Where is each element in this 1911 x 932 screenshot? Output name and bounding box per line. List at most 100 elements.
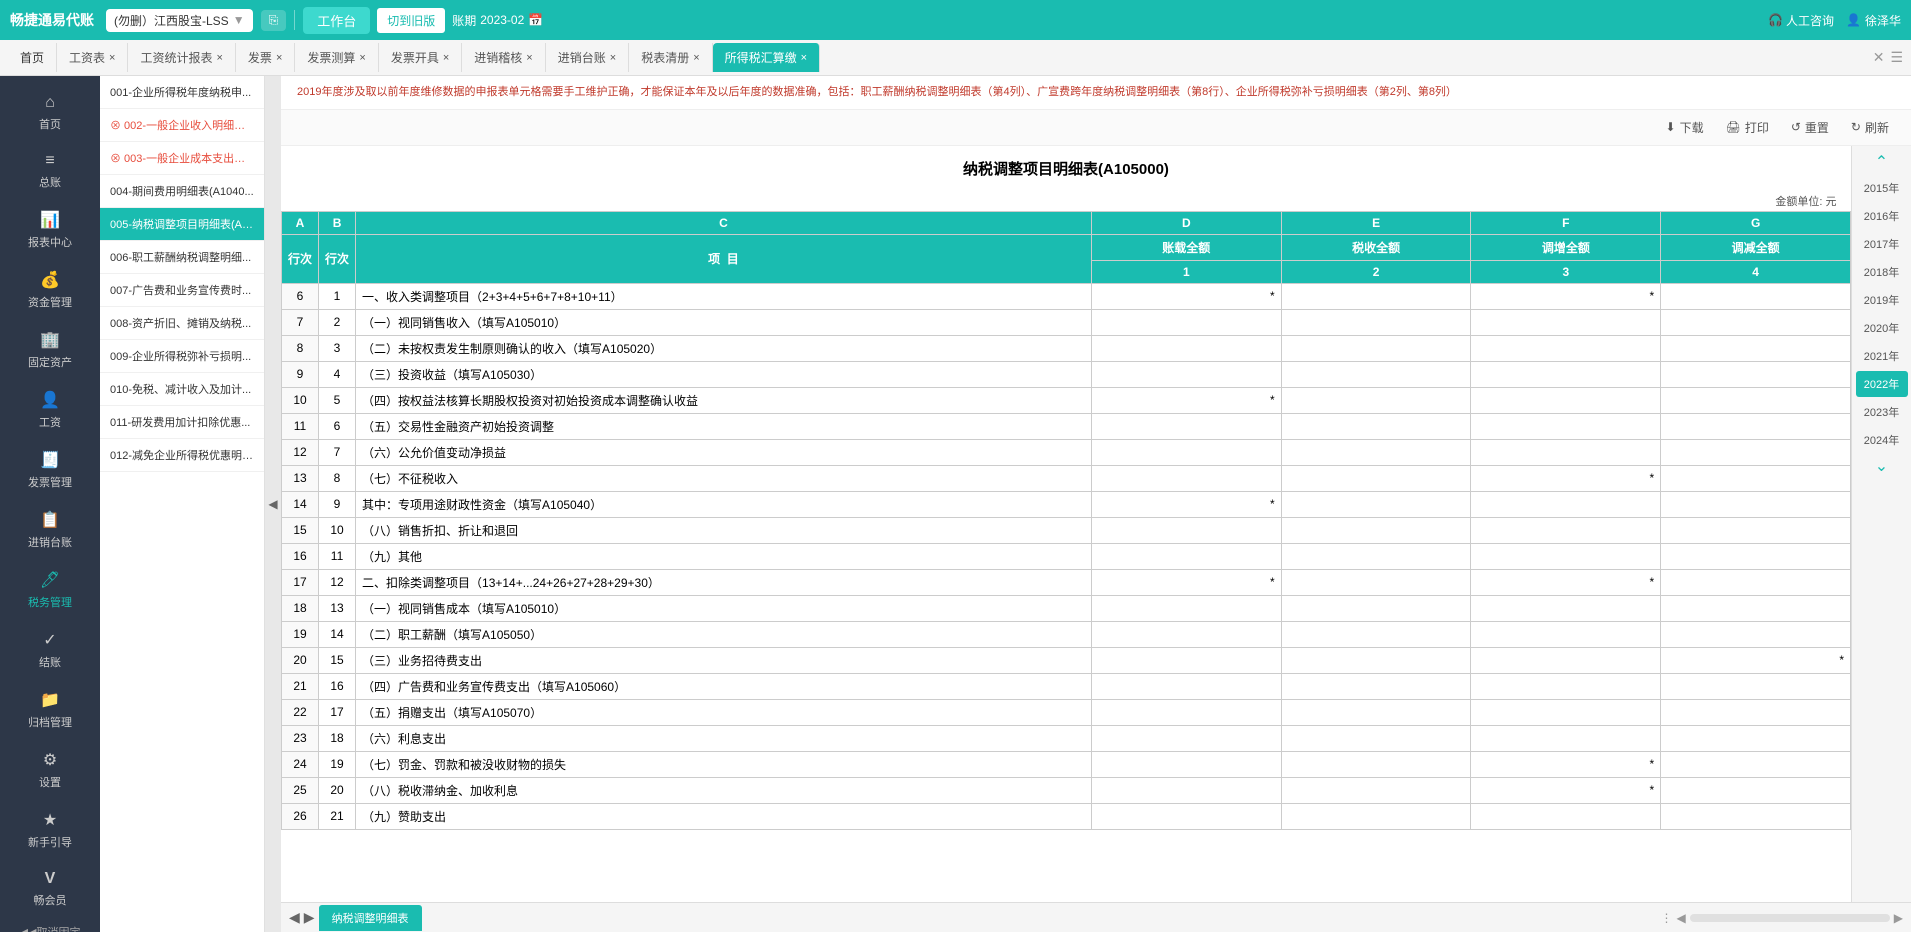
col2-cell[interactable] (1281, 335, 1471, 361)
col1-cell[interactable]: * (1091, 283, 1281, 309)
col3-cell[interactable] (1471, 543, 1661, 569)
sidebar-item-ledger[interactable]: ≡ 总账 (0, 142, 100, 200)
refresh-button[interactable]: ↻ 刷新 (1845, 116, 1895, 139)
close-all-icon[interactable]: ✕ (1873, 49, 1885, 66)
sidebar-item-salary[interactable]: 👤 工资 (0, 380, 100, 440)
item-text-cell[interactable]: （五）捐赠支出（填写A105070） (356, 699, 1092, 725)
col1-cell[interactable] (1091, 439, 1281, 465)
col2-cell[interactable] (1281, 647, 1471, 673)
col4-cell[interactable] (1661, 309, 1851, 335)
col1-cell[interactable] (1091, 465, 1281, 491)
col2-cell[interactable] (1281, 595, 1471, 621)
sidebar-item-vip[interactable]: V 畅会员 (0, 860, 100, 918)
col2-cell[interactable] (1281, 387, 1471, 413)
tab-invoice-calc[interactable]: 发票测算× (295, 43, 378, 72)
col1-cell[interactable] (1091, 595, 1281, 621)
collapse-panel-button[interactable]: ◀ (265, 76, 281, 932)
col1-cell[interactable] (1091, 543, 1281, 569)
sidebar-item-settings[interactable]: ⚙ 设置 (0, 740, 100, 800)
year-2015[interactable]: 2015年 (1856, 175, 1908, 201)
year-down-button[interactable]: ⌄ (1873, 454, 1890, 478)
col2-cell[interactable] (1281, 569, 1471, 595)
col4-cell[interactable] (1661, 335, 1851, 361)
tab-salary-report[interactable]: 工资统计报表× (128, 43, 235, 72)
col4-cell[interactable] (1661, 751, 1851, 777)
col3-cell[interactable] (1471, 725, 1661, 751)
col4-cell[interactable]: * (1661, 647, 1851, 673)
col4-cell[interactable] (1661, 569, 1851, 595)
table-wrapper[interactable]: 纳税调整项目明细表(A105000) 金额单位: 元 A B C D E F G… (281, 146, 1851, 903)
file-item-009[interactable]: 009-企业所得税弥补亏损明... (100, 340, 264, 373)
file-item-011[interactable]: 011-研发费用加计扣除优惠... (100, 406, 264, 439)
col3-cell[interactable] (1471, 361, 1661, 387)
col2-cell[interactable] (1281, 491, 1471, 517)
tab-close-invoice-calc[interactable]: × (359, 52, 365, 64)
sidebar-item-guide[interactable]: ★ 新手引导 (0, 800, 100, 860)
sidebar-item-asset-mgmt[interactable]: 💰 资金管理 (0, 260, 100, 320)
col2-cell[interactable] (1281, 751, 1471, 777)
sidebar-item-tax-mgmt[interactable]: 🖊 税务管理 (0, 560, 100, 620)
support-link[interactable]: 🎧 人工咨询 (1768, 12, 1834, 29)
year-2017[interactable]: 2017年 (1856, 231, 1908, 257)
col2-cell[interactable] (1281, 465, 1471, 491)
col4-cell[interactable] (1661, 387, 1851, 413)
sidebar-item-invoice-mgmt[interactable]: 🧾 发票管理 (0, 440, 100, 500)
sheet-tab-main[interactable]: 纳税调整明细表 (319, 905, 422, 931)
tab-more-icon[interactable]: ☰ (1890, 49, 1903, 66)
col1-cell[interactable] (1091, 647, 1281, 673)
pin-button[interactable]: ◀◀ 取消固定 (0, 918, 100, 932)
tab-close-invoice-input[interactable]: × (526, 52, 532, 64)
col1-cell[interactable] (1091, 673, 1281, 699)
col3-cell[interactable] (1471, 803, 1661, 829)
file-item-001[interactable]: 001-企业所得税年度纳税申... (100, 76, 264, 109)
col2-cell[interactable] (1281, 517, 1471, 543)
col2-cell[interactable] (1281, 413, 1471, 439)
col3-cell[interactable] (1471, 517, 1661, 543)
col3-cell[interactable] (1471, 699, 1661, 725)
col4-cell[interactable] (1661, 673, 1851, 699)
col2-cell[interactable] (1281, 361, 1471, 387)
col1-cell[interactable] (1091, 361, 1281, 387)
col2-cell[interactable] (1281, 777, 1471, 803)
year-2019[interactable]: 2019年 (1856, 287, 1908, 313)
col2-cell[interactable] (1281, 283, 1471, 309)
item-text-cell[interactable]: （三）投资收益（填写A105030） (356, 361, 1092, 387)
reset-button[interactable]: ↺ 重置 (1785, 116, 1835, 139)
tab-invoice-input[interactable]: 进销稽核× (462, 43, 545, 72)
col1-cell[interactable] (1091, 803, 1281, 829)
item-text-cell[interactable]: （二）未按权责发生制原则确认的收入（填写A105020） (356, 335, 1092, 361)
file-item-002[interactable]: ⊗ 002-一般企业收入明细表(A1... (100, 109, 264, 142)
col1-cell[interactable] (1091, 621, 1281, 647)
col2-cell[interactable] (1281, 621, 1471, 647)
year-2016[interactable]: 2016年 (1856, 203, 1908, 229)
tab-close-income-tax[interactable]: × (801, 52, 807, 64)
col4-cell[interactable] (1661, 543, 1851, 569)
col3-cell[interactable] (1471, 647, 1661, 673)
item-text-cell[interactable]: 其中：专项用途财政性资金（填写A105040） (356, 491, 1092, 517)
file-item-010[interactable]: 010-免税、减计收入及加计... (100, 373, 264, 406)
col1-cell[interactable] (1091, 751, 1281, 777)
item-text-cell[interactable]: （七）罚金、罚款和被没收财物的损失 (356, 751, 1092, 777)
sidebar-item-archive[interactable]: 📁 归档管理 (0, 680, 100, 740)
tab-close-salary-report[interactable]: × (216, 52, 222, 64)
col3-cell[interactable] (1471, 595, 1661, 621)
item-text-cell[interactable]: （六）利息支出 (356, 725, 1092, 751)
tab-income-tax[interactable]: 所得税汇算缴× (713, 43, 820, 72)
print-button[interactable]: 🖨 打印 (1720, 116, 1775, 139)
item-text-cell[interactable]: （一）视同销售成本（填写A105010） (356, 595, 1092, 621)
col1-cell[interactable] (1091, 309, 1281, 335)
col3-cell[interactable]: * (1471, 465, 1661, 491)
col3-cell[interactable] (1471, 387, 1661, 413)
file-item-008[interactable]: 008-资产折旧、摊销及纳税... (100, 307, 264, 340)
col2-cell[interactable] (1281, 673, 1471, 699)
col1-cell[interactable] (1091, 517, 1281, 543)
year-2024[interactable]: 2024年 (1856, 427, 1908, 453)
item-text-cell[interactable]: （一）视同销售收入（填写A105010） (356, 309, 1092, 335)
col1-cell[interactable]: * (1091, 387, 1281, 413)
col3-cell[interactable] (1471, 309, 1661, 335)
file-item-012[interactable]: 012-减免企业所得税优惠明细(... (100, 439, 264, 472)
col4-cell[interactable] (1661, 595, 1851, 621)
col4-cell[interactable] (1661, 491, 1851, 517)
item-text-cell[interactable]: （五）交易性金融资产初始投资调整 (356, 413, 1092, 439)
year-up-button[interactable]: ⌃ (1873, 150, 1890, 174)
